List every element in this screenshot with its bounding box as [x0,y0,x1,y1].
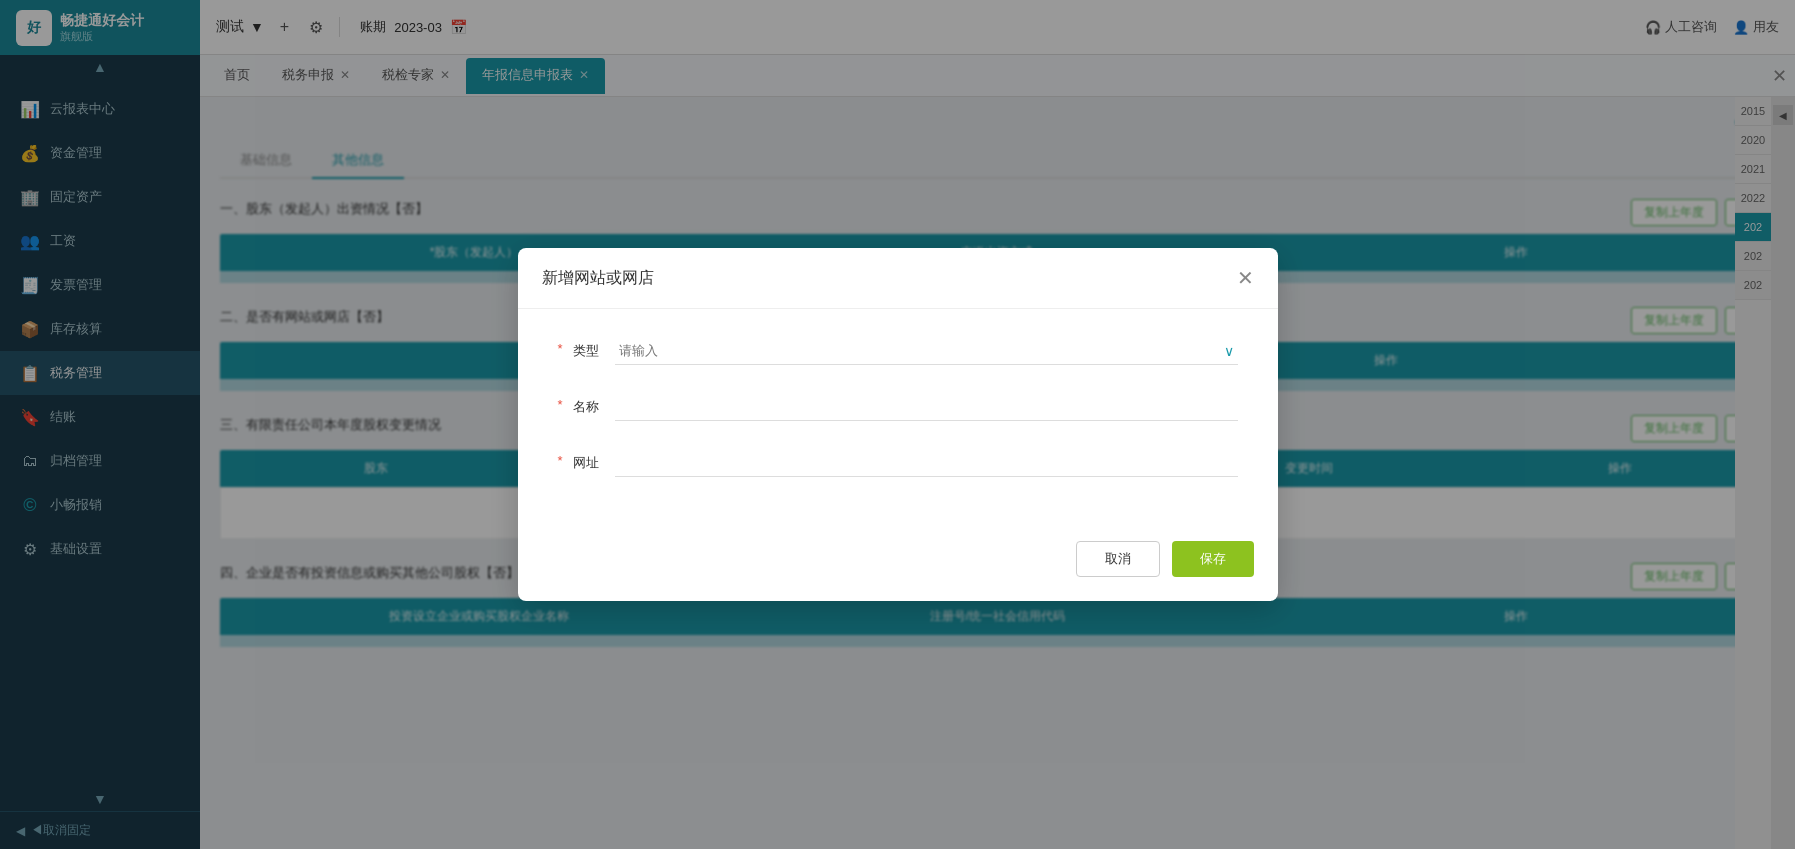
url-field: * 网址 [558,449,1238,477]
cancel-button[interactable]: 取消 [1076,541,1160,577]
name-field: * 名称 [558,393,1238,421]
type-label: 类型 [573,342,599,360]
type-select-wrapper[interactable]: ∨ [615,337,1238,365]
type-select-arrow-icon: ∨ [1224,343,1238,359]
url-input[interactable] [615,449,1238,477]
url-label: 网址 [573,454,599,472]
name-required-mark: * [558,397,563,412]
modal-close-button[interactable]: ✕ [1237,266,1254,290]
url-field-row: * 网址 [558,449,1238,477]
modal-header: 新增网站或网店 ✕ [518,248,1278,309]
modal-body: * 类型 ∨ * 名称 * [518,309,1278,525]
type-select-input[interactable] [615,337,1224,364]
type-field: * 类型 ∨ [558,337,1238,365]
type-required-mark: * [558,341,563,356]
save-button[interactable]: 保存 [1172,541,1254,577]
modal-footer: 取消 保存 [518,525,1278,601]
add-website-modal: 新增网站或网店 ✕ * 类型 ∨ * 名称 [518,248,1278,601]
name-field-row: * 名称 [558,393,1238,421]
modal-overlay: 新增网站或网店 ✕ * 类型 ∨ * 名称 [0,0,1795,849]
modal-title: 新增网站或网店 [542,268,654,289]
type-field-row: * 类型 ∨ [558,337,1238,365]
url-required-mark: * [558,453,563,468]
name-input[interactable] [615,393,1238,421]
name-label: 名称 [573,398,599,416]
